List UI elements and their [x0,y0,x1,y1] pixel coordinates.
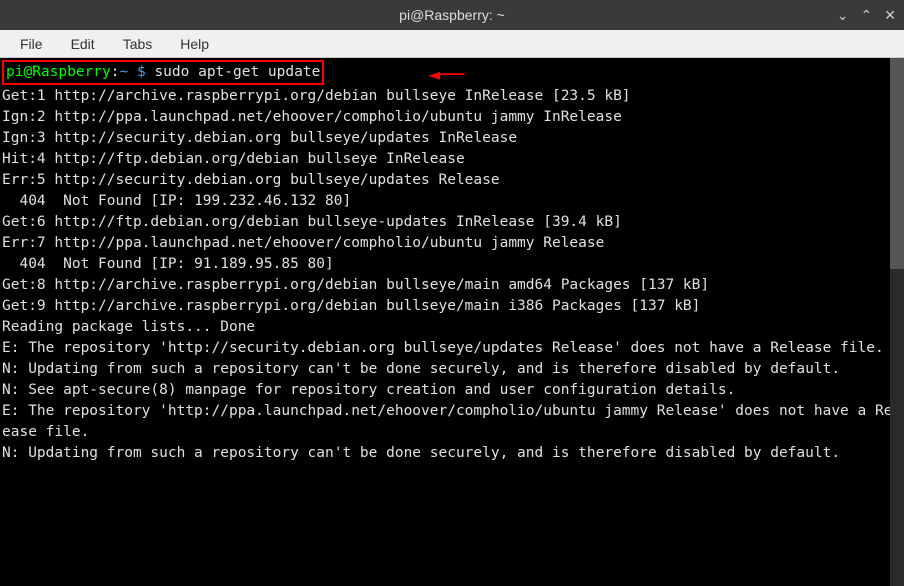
minimize-icon[interactable]: ⌄ [837,7,849,24]
prompt-highlight-box: pi@Raspberry:~ $ sudo apt-get update [2,60,324,85]
menu-help[interactable]: Help [168,32,221,56]
output-line: Ign:3 http://security.debian.org bullsey… [2,128,902,149]
output-line: E: The repository 'http://security.debia… [2,338,902,359]
window-title: pi@Raspberry: ~ [399,7,505,23]
command-text: sudo apt-get update [154,64,320,80]
output-line: Reading package lists... Done [2,317,902,338]
prompt-colon: : [111,64,120,80]
terminal-content[interactable]: pi@Raspberry:~ $ sudo apt-get update ◄──… [0,58,904,586]
arrow-annotation-icon: ◄── [428,60,464,89]
close-icon[interactable]: ✕ [884,7,896,24]
output-line: Get:1 http://archive.raspberrypi.org/deb… [2,86,902,107]
maximize-icon[interactable]: ⌃ [861,7,873,24]
menu-edit[interactable]: Edit [59,32,107,56]
output-line: E: The repository 'http://ppa.launchpad.… [2,401,902,443]
output-line: Get:9 http://archive.raspberrypi.org/deb… [2,296,902,317]
output-line: Get:6 http://ftp.debian.org/debian bulls… [2,212,902,233]
output-line: N: Updating from such a repository can't… [2,359,902,380]
prompt-path: ~ [120,64,129,80]
titlebar[interactable]: pi@Raspberry: ~ ⌄ ⌃ ✕ [0,0,904,30]
output-line: N: Updating from such a repository can't… [2,443,902,464]
output-line: Ign:2 http://ppa.launchpad.net/ehoover/c… [2,107,902,128]
output-line: Err:5 http://security.debian.org bullsey… [2,170,902,191]
titlebar-controls: ⌄ ⌃ ✕ [837,7,896,24]
output-line: N: See apt-secure(8) manpage for reposit… [2,380,902,401]
output-line: 404 Not Found [IP: 91.189.95.85 80] [2,254,902,275]
menubar: File Edit Tabs Help [0,30,904,58]
scrollbar[interactable] [890,58,904,586]
output-line: 404 Not Found [IP: 199.232.46.132 80] [2,191,902,212]
output-line: Hit:4 http://ftp.debian.org/debian bulls… [2,149,902,170]
output-line: Err:7 http://ppa.launchpad.net/ehoover/c… [2,233,902,254]
terminal-window: pi@Raspberry: ~ ⌄ ⌃ ✕ File Edit Tabs Hel… [0,0,904,586]
menu-tabs[interactable]: Tabs [111,32,165,56]
output-line: Get:8 http://archive.raspberrypi.org/deb… [2,275,902,296]
menu-file[interactable]: File [8,32,55,56]
scrollbar-thumb[interactable] [890,58,904,269]
prompt-dollar: $ [128,64,154,80]
prompt-user-host: pi@Raspberry [6,64,111,80]
